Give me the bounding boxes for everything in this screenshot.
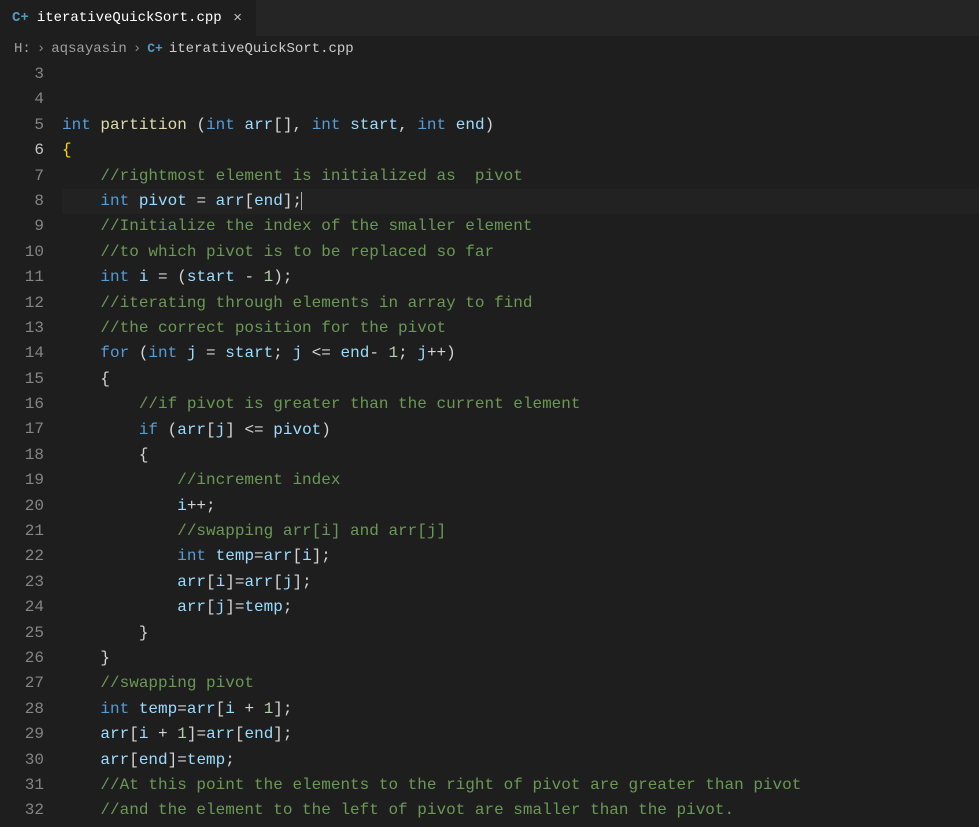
breadcrumb-file[interactable]: iterativeQuickSort.cpp [169, 41, 354, 57]
line-number: 22 [0, 544, 44, 569]
chevron-right-icon: › [133, 41, 141, 57]
code-editor[interactable]: 3456789101112131415161718192021222324252… [0, 62, 979, 827]
line-number: 4 [0, 87, 44, 112]
code-line[interactable]: i++; [62, 494, 979, 519]
line-number: 3 [0, 62, 44, 87]
code-line[interactable]: //rightmost element is initialized as pi… [62, 164, 979, 189]
code-line[interactable]: arr[i]=arr[j]; [62, 570, 979, 595]
code-line[interactable]: int partition (int arr[], int start, int… [62, 113, 979, 138]
code-line[interactable]: for (int j = start; j <= end- 1; j++) [62, 341, 979, 366]
code-line[interactable]: int temp=arr[i]; [62, 544, 979, 569]
line-number: 25 [0, 621, 44, 646]
line-number: 6 [0, 138, 44, 163]
breadcrumb: H: › aqsayasin › C+ iterativeQuickSort.c… [0, 36, 979, 62]
line-number: 9 [0, 214, 44, 239]
line-number: 27 [0, 671, 44, 696]
cpp-file-icon: C+ [147, 41, 163, 56]
code-line[interactable]: } [62, 646, 979, 671]
line-number-gutter: 3456789101112131415161718192021222324252… [0, 62, 62, 827]
code-line[interactable]: arr[i + 1]=arr[end]; [62, 722, 979, 747]
line-number: 26 [0, 646, 44, 671]
code-line[interactable]: //and the element to the left of pivot a… [62, 798, 979, 823]
code-line[interactable]: arr[end]=temp; [62, 748, 979, 773]
line-number: 32 [0, 798, 44, 823]
line-number: 17 [0, 417, 44, 442]
line-number: 14 [0, 341, 44, 366]
line-number: 20 [0, 494, 44, 519]
line-number: 12 [0, 291, 44, 316]
line-number: 31 [0, 773, 44, 798]
code-line[interactable]: arr[j]=temp; [62, 595, 979, 620]
code-line[interactable]: //iterating through elements in array to… [62, 291, 979, 316]
code-line[interactable]: { [62, 443, 979, 468]
line-number: 30 [0, 748, 44, 773]
line-number: 10 [0, 240, 44, 265]
code-line[interactable]: int pivot = arr[end]; [62, 189, 979, 214]
code-line[interactable]: } [62, 621, 979, 646]
line-number: 8 [0, 189, 44, 214]
line-number: 11 [0, 265, 44, 290]
line-number: 16 [0, 392, 44, 417]
text-cursor [301, 192, 302, 210]
tab-active[interactable]: C+ iterativeQuickSort.cpp × [0, 0, 257, 36]
code-line[interactable]: //swapping pivot [62, 671, 979, 696]
code-line[interactable]: //the correct position for the pivot [62, 316, 979, 341]
line-number: 23 [0, 570, 44, 595]
line-number: 24 [0, 595, 44, 620]
code-line[interactable]: //Initialize the index of the smaller el… [62, 214, 979, 239]
line-number: 13 [0, 316, 44, 341]
breadcrumb-drive[interactable]: H: [14, 41, 31, 57]
cpp-file-icon: C+ [12, 10, 29, 26]
code-line[interactable]: //if pivot is greater than the current e… [62, 392, 979, 417]
code-line[interactable]: //swapping arr[i] and arr[j] [62, 519, 979, 544]
code-line[interactable]: int temp=arr[i + 1]; [62, 697, 979, 722]
code-line[interactable]: //to which pivot is to be replaced so fa… [62, 240, 979, 265]
code-line[interactable]: //At this point the elements to the righ… [62, 773, 979, 798]
code-line[interactable]: { [62, 138, 979, 163]
line-number: 7 [0, 164, 44, 189]
line-number: 15 [0, 367, 44, 392]
line-number: 5 [0, 113, 44, 138]
line-number: 29 [0, 722, 44, 747]
code-line[interactable]: { [62, 367, 979, 392]
line-number: 18 [0, 443, 44, 468]
tab-label: iterativeQuickSort.cpp [37, 10, 222, 26]
close-icon[interactable]: × [230, 11, 246, 26]
line-number: 21 [0, 519, 44, 544]
code-line[interactable]: if (arr[j] <= pivot) [62, 418, 979, 443]
code-line[interactable]: int i = (start - 1); [62, 265, 979, 290]
line-number: 28 [0, 697, 44, 722]
tab-bar: C+ iterativeQuickSort.cpp × [0, 0, 979, 36]
code-area[interactable]: int partition (int arr[], int start, int… [62, 62, 979, 827]
chevron-right-icon: › [37, 41, 45, 57]
code-line[interactable]: //increment index [62, 468, 979, 493]
breadcrumb-folder[interactable]: aqsayasin [51, 41, 127, 57]
line-number: 19 [0, 468, 44, 493]
